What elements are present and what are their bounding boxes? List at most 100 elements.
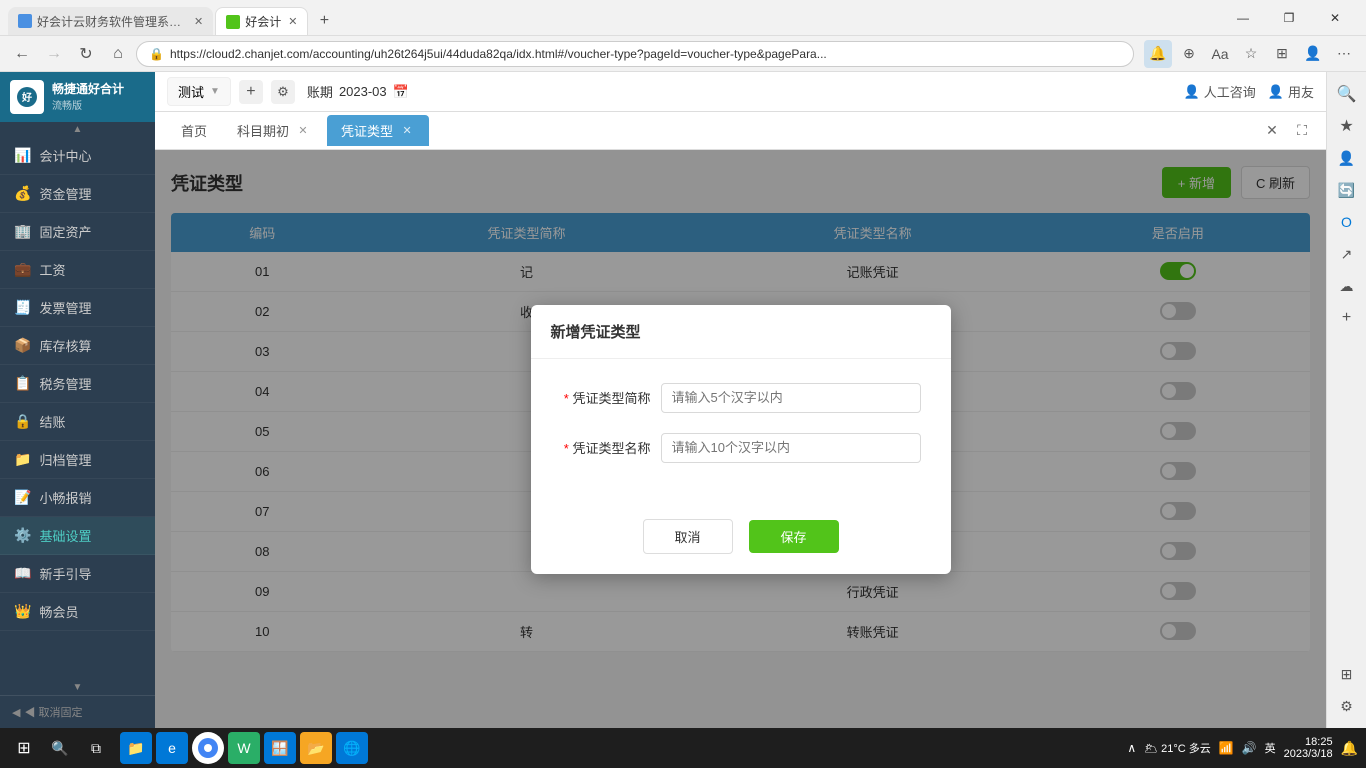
app-header: 测试 ▼ + ⚙ 账期 2023-03 📅 👤 人工咨询 👤 用友 [155, 72, 1326, 112]
cancel-button[interactable]: 取消 [643, 519, 733, 554]
refresh-button[interactable]: ↻ [72, 40, 100, 68]
more-button[interactable]: ⋯ [1330, 40, 1358, 68]
browser-tab-1[interactable]: 好会计云财务软件管理系统_会计 ✕ [8, 7, 213, 35]
extension-btn-1[interactable]: 🔔 [1144, 40, 1172, 68]
maximize-button[interactable]: ❐ [1266, 3, 1312, 33]
right-outlook-button[interactable]: O [1333, 208, 1361, 236]
sidebar-item-report[interactable]: 📝 小畅报销 [0, 479, 155, 517]
voucher-type-tab-close[interactable]: ✕ [399, 123, 415, 139]
taskbar-app-wechat[interactable]: W [228, 732, 260, 764]
user-button[interactable]: 👤 用友 [1268, 82, 1314, 101]
period-info: 账期 2023-03 📅 [307, 82, 409, 101]
calendar-icon[interactable]: 📅 [393, 84, 409, 100]
sidebar-item-invoice[interactable]: 🧾 发票管理 [0, 289, 155, 327]
sidebar-scroll-down[interactable]: ▼ [0, 680, 155, 695]
save-button[interactable]: 保存 [749, 520, 839, 553]
dashboard-icon: 📊 [14, 147, 31, 164]
invoice-icon: 🧾 [14, 299, 31, 316]
sidebar-item-archive[interactable]: 📁 归档管理 [0, 441, 155, 479]
home-button[interactable]: ⌂ [104, 40, 132, 68]
extension-btn-2[interactable]: ⊕ [1175, 40, 1203, 68]
right-plus-button[interactable]: + [1333, 304, 1361, 332]
right-cloud-button[interactable]: ☁ [1333, 272, 1361, 300]
workspace-settings-button[interactable]: ⚙ [271, 80, 295, 104]
tax-label: 税务管理 [39, 374, 91, 393]
cancel-pin-button[interactable]: ◀ ◀ 取消固定 [0, 695, 155, 728]
taskbar-app-chrome[interactable] [192, 732, 224, 764]
tab-home[interactable]: 首页 [167, 115, 221, 146]
add-workspace-button[interactable]: + [239, 80, 263, 104]
extensions-bar: 🔔 ⊕ Aa ☆ ⊞ 👤 ⋯ [1144, 40, 1358, 68]
taskbar-sys-tray: ∧ 🌥 21°C 多云 📶 🔊 英 18:25 2023/3/18 🔔 [1127, 736, 1358, 760]
tab1-label: 好会计云财务软件管理系统_会计 [37, 13, 187, 30]
sidebar-item-payroll[interactable]: 💼 工资 [0, 251, 155, 289]
right-user-button[interactable]: 👤 [1333, 144, 1361, 172]
settings-icon: ⚙️ [14, 527, 31, 544]
back-button[interactable]: ← [8, 40, 36, 68]
tab-minimize-button[interactable]: ✕ [1260, 119, 1284, 143]
extension-btn-4[interactable]: ☆ [1237, 40, 1265, 68]
user-icon: 👤 [1268, 84, 1284, 100]
sidebar-item-fund[interactable]: 💰 资金管理 [0, 175, 155, 213]
tab-subjects[interactable]: 科目期初 ✕ [223, 115, 325, 146]
sidebar-item-dashboard[interactable]: 📊 会计中心 [0, 137, 155, 175]
sidebar-item-guide[interactable]: 📖 新手引导 [0, 555, 155, 593]
extension-btn-3[interactable]: Aa [1206, 40, 1234, 68]
tab-bar: 首页 科目期初 ✕ 凭证类型 ✕ ✕ ⛶ [155, 112, 1326, 150]
taskbar-app-browser2[interactable]: 🌐 [336, 732, 368, 764]
help-button[interactable]: 👤 人工咨询 [1184, 82, 1256, 101]
company-selector[interactable]: 测试 ▼ [167, 77, 231, 106]
close-button[interactable]: ✕ [1312, 3, 1358, 33]
sidebar-item-assets[interactable]: 🏢 固定资产 [0, 213, 155, 251]
right-settings-button[interactable]: ⚙ [1333, 692, 1361, 720]
minimize-button[interactable]: — [1220, 3, 1266, 33]
browser-tabs: 好会计云财务软件管理系统_会计 ✕ 好会计 ✕ + [8, 0, 1220, 35]
extension-btn-5[interactable]: ⊞ [1268, 40, 1296, 68]
forward-button[interactable]: → [40, 40, 68, 68]
sidebar-item-settings[interactable]: ⚙️ 基础设置 [0, 517, 155, 555]
right-star-button[interactable]: ★ [1333, 112, 1361, 140]
notification-button[interactable]: 🔔 [1341, 740, 1358, 757]
extension-btn-6[interactable]: 👤 [1299, 40, 1327, 68]
assets-label: 固定资产 [39, 222, 91, 241]
taskbar-app-explorer[interactable]: 📁 [120, 732, 152, 764]
search-taskbar-button[interactable]: 🔍 [44, 732, 76, 764]
volume-icon: 🔊 [1242, 741, 1257, 755]
cancel-pin-label: ◀ 取消固定 [24, 704, 82, 720]
tab-voucher-type[interactable]: 凭证类型 ✕ [327, 115, 429, 146]
subjects-tab-close[interactable]: ✕ [295, 123, 311, 139]
modal-dialog: 新增凭证类型 * 凭证类型简称 * [531, 305, 951, 574]
tab2-favicon [226, 15, 240, 29]
browser-tab-2[interactable]: 好会计 ✕ [215, 7, 308, 35]
modal-body: * 凭证类型简称 * 凭证类型名称 [531, 359, 951, 507]
start-button[interactable]: ⊞ [8, 732, 40, 764]
right-share-button[interactable]: ↗ [1333, 240, 1361, 268]
taskview-button[interactable]: ⧉ [80, 732, 112, 764]
sidebar-item-inventory[interactable]: 📦 库存核算 [0, 327, 155, 365]
sidebar-item-member[interactable]: 👑 畅会员 [0, 593, 155, 631]
tab2-close[interactable]: ✕ [288, 15, 297, 28]
sidebar-scroll-up[interactable]: ▲ [0, 122, 155, 137]
sidebar-item-close[interactable]: 🔒 结账 [0, 403, 155, 441]
taskbar-app-edge[interactable]: e [156, 732, 188, 764]
abbr-input[interactable] [661, 383, 921, 413]
weather-temp: 21°C 多云 [1161, 740, 1211, 756]
taskbar-caret-up[interactable]: ∧ [1127, 741, 1136, 755]
form-group-abbr: * 凭证类型简称 [561, 383, 921, 413]
period-value: 2023-03 [339, 84, 387, 99]
right-sync-button[interactable]: 🔄 [1333, 176, 1361, 204]
archive-icon: 📁 [14, 451, 31, 468]
right-search-button[interactable]: 🔍 [1333, 80, 1361, 108]
abbr-label: * 凭证类型简称 [561, 388, 661, 407]
address-input[interactable]: 🔒 https://cloud2.chanjet.com/accounting/… [136, 41, 1134, 67]
taskbar-app-files[interactable]: 📂 [300, 732, 332, 764]
window-controls: — ❐ ✕ [1220, 3, 1358, 33]
right-grid-button[interactable]: ⊞ [1333, 660, 1361, 688]
sidebar-item-tax[interactable]: 📋 税务管理 [0, 365, 155, 403]
new-tab-button[interactable]: + [310, 7, 338, 35]
name-input[interactable] [661, 433, 921, 463]
tab-maximize-button[interactable]: ⛶ [1290, 119, 1314, 143]
taskbar-app-store[interactable]: 🪟 [264, 732, 296, 764]
logo-icon: 好 [10, 80, 44, 114]
tab1-close[interactable]: ✕ [194, 15, 203, 28]
